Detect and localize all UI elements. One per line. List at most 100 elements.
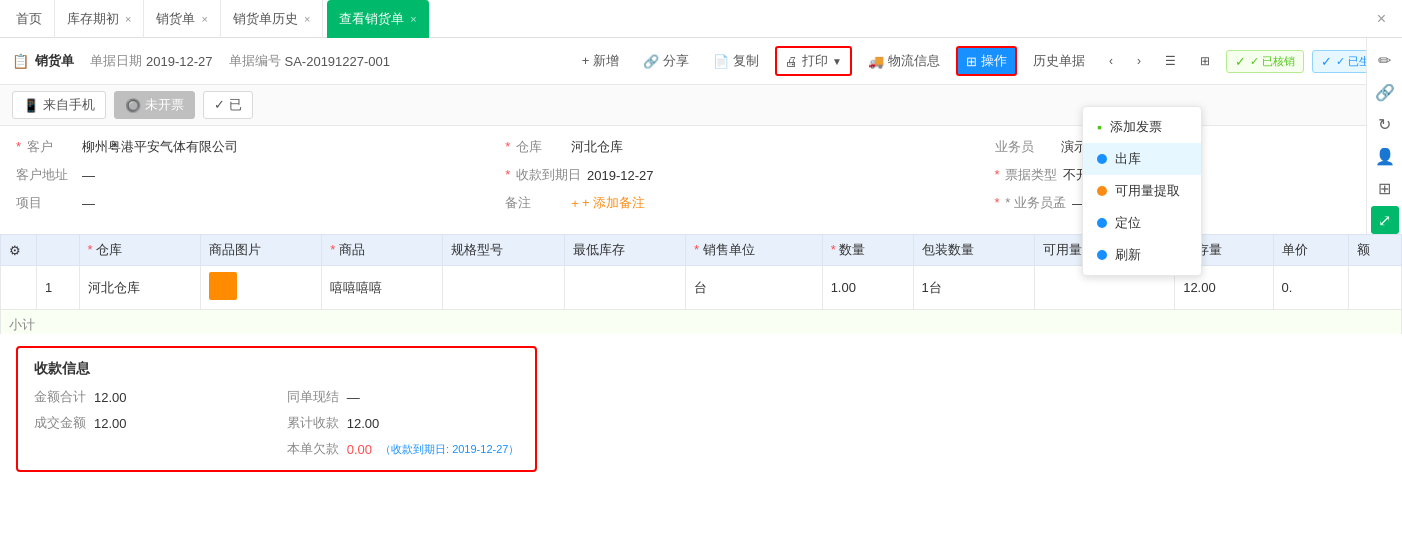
same-order-settle-item: 同单现结 —: [287, 388, 520, 406]
row-unit-price: 0.: [1273, 266, 1349, 310]
due-date-label: * 收款到期日: [505, 166, 581, 184]
operate-button[interactable]: ⊞ 操作: [956, 46, 1017, 76]
close-tab-sales-history[interactable]: ×: [304, 13, 310, 25]
share-icon: 🔗: [643, 54, 659, 69]
row-seq: 1: [37, 266, 80, 310]
address-label: 客户地址: [16, 166, 76, 184]
doc-meta: 单据日期 2019-12-27 单据编号 SA-20191227-001: [90, 52, 390, 70]
panel-table-icon[interactable]: ⊞: [1371, 174, 1399, 202]
dropdown-outbound[interactable]: 出库: [1083, 143, 1201, 175]
current-arrears-label: 本单欠款: [287, 440, 339, 458]
available-qty-icon: [1097, 186, 1107, 196]
prev-button[interactable]: ‹: [1101, 50, 1121, 72]
panel-user-icon[interactable]: 👤: [1371, 142, 1399, 170]
warehouse-field: * 仓库 河北仓库: [505, 138, 994, 156]
dropdown-locate[interactable]: 定位: [1083, 207, 1201, 239]
copy-button[interactable]: 📄 复制: [705, 48, 767, 74]
print-button[interactable]: 🖨 打印 ▼: [775, 46, 852, 76]
note-field: 备注 + + 添加备注: [505, 194, 994, 212]
date-label: 单据日期 2019-12-27: [90, 52, 213, 70]
tab-home[interactable]: 首页: [8, 0, 55, 38]
tab-view-sales[interactable]: 查看销货单 ×: [327, 0, 429, 38]
tab-sales-order[interactable]: 销货单 ×: [144, 0, 220, 38]
dropdown-available-qty[interactable]: 可用量提取: [1083, 175, 1201, 207]
transaction-amount-label: 成交金额: [34, 414, 86, 432]
row-settings: [1, 266, 37, 310]
current-arrears-item: 本单欠款 0.00 （收款到期日: 2019-12-27）: [287, 440, 520, 458]
ticket-icon: 🔘: [125, 98, 141, 113]
plus-icon: +: [571, 196, 579, 211]
same-order-settle-value: —: [347, 390, 360, 405]
panel-expand-icon[interactable]: ⤢: [1371, 206, 1399, 234]
new-button[interactable]: + 新增: [574, 48, 627, 74]
logistics-icon: 🚚: [868, 54, 884, 69]
due-note: （收款到期日: 2019-12-27）: [380, 442, 519, 457]
row-min-stock: [564, 266, 685, 310]
number-label: 单据编号 SA-20191227-001: [229, 52, 391, 70]
next-button[interactable]: ›: [1129, 50, 1149, 72]
row-quantity: 1.00: [822, 266, 913, 310]
close-tab-view-sales[interactable]: ×: [410, 13, 416, 25]
copy-icon: 📄: [713, 54, 729, 69]
customer-value: 柳州粤港平安气体有限公司: [82, 138, 238, 156]
warehouse-label: * 仓库: [505, 138, 565, 156]
not-open-button[interactable]: 🔘 未开票: [114, 91, 195, 119]
add-invoice-icon: ▪: [1097, 119, 1102, 135]
row-img: [200, 266, 321, 310]
close-tab-inventory-init[interactable]: ×: [125, 13, 131, 25]
tab-bar: 首页 库存期初 × 销货单 × 销货单历史 × 查看销货单 × ×: [0, 0, 1402, 38]
history-button[interactable]: 历史单据: [1025, 48, 1093, 74]
col-sales-unit: * 销售单位: [686, 235, 823, 266]
window-close-button[interactable]: ×: [1369, 10, 1394, 28]
row-product: 嘻嘻嘻嘻: [322, 266, 443, 310]
payment-info-box: 收款信息 金额合计 12.00 同单现结 — 成交金额 12.00 累计收款 1…: [16, 346, 537, 472]
col-img: 商品图片: [200, 235, 321, 266]
panel-refresh-icon[interactable]: ↻: [1371, 110, 1399, 138]
tab-inventory-init[interactable]: 库存期初 ×: [55, 0, 144, 38]
col-product: * 商品: [322, 235, 443, 266]
from-phone-button[interactable]: 📱 来自手机: [12, 91, 106, 119]
cumulative-receipts-label: 累计收款: [287, 414, 339, 432]
product-image: [209, 272, 237, 300]
logistics-button[interactable]: 🚚 物流信息: [860, 48, 948, 74]
operator-label: * * 业务员孟: [995, 194, 1066, 212]
payment-grid: 金额合计 12.00 同单现结 — 成交金额 12.00 累计收款 12.00 …: [34, 388, 519, 458]
panel-edit-icon[interactable]: ✏: [1371, 46, 1399, 74]
panel-link-icon[interactable]: 🔗: [1371, 78, 1399, 106]
check-icon: ✓: [1235, 54, 1246, 69]
doc-icon: 📋: [12, 53, 29, 69]
grid-view-button[interactable]: ⊞: [1192, 50, 1218, 72]
col-quantity: * 数量: [822, 235, 913, 266]
total-amount-item: 金额合计 12.00: [34, 388, 267, 406]
current-arrears-value: 0.00: [347, 442, 372, 457]
col-seq: [37, 235, 80, 266]
check-icon2: ✓: [1321, 54, 1332, 69]
refresh-icon: [1097, 250, 1107, 260]
add-note-button[interactable]: + + 添加备注: [571, 194, 645, 212]
bottom-section: 收款信息 金额合计 12.00 同单现结 — 成交金额 12.00 累计收款 1…: [0, 334, 1402, 484]
dropdown-refresh[interactable]: 刷新: [1083, 239, 1201, 271]
list-view-button[interactable]: ☰: [1157, 50, 1184, 72]
outbound-icon: [1097, 154, 1107, 164]
due-date-field: * 收款到期日 2019-12-27: [505, 166, 994, 184]
total-amount-value: 12.00: [94, 390, 127, 405]
due-date-value: 2019-12-27: [587, 168, 654, 183]
project-value: —: [82, 196, 95, 211]
same-order-settle-label: 同单现结: [287, 388, 339, 406]
col-package-qty: 包装数量: [913, 235, 1034, 266]
tab-sales-history[interactable]: 销货单历史 ×: [221, 0, 323, 38]
row-warehouse: 河北仓库: [79, 266, 200, 310]
row-amount: [1349, 266, 1402, 310]
dropdown-add-invoice[interactable]: ▪ 添加发票: [1083, 111, 1201, 143]
subtotal-label: 小计: [1, 310, 1402, 335]
close-tab-sales-order[interactable]: ×: [201, 13, 207, 25]
payment-title: 收款信息: [34, 360, 519, 378]
share-button[interactable]: 🔗 分享: [635, 48, 697, 74]
document-header: 📋 销货单 单据日期 2019-12-27 单据编号 SA-20191227-0…: [0, 38, 1402, 85]
print-dropdown-icon: ▼: [832, 56, 842, 67]
operate-icon: ⊞: [966, 54, 977, 69]
operate-dropdown: ▪ 添加发票 出库 可用量提取 定位 刷新: [1082, 106, 1202, 276]
confirm-button[interactable]: ✓ 已: [203, 91, 253, 119]
transaction-amount-value: 12.00: [94, 416, 127, 431]
salesperson-label: 业务员: [995, 138, 1055, 156]
